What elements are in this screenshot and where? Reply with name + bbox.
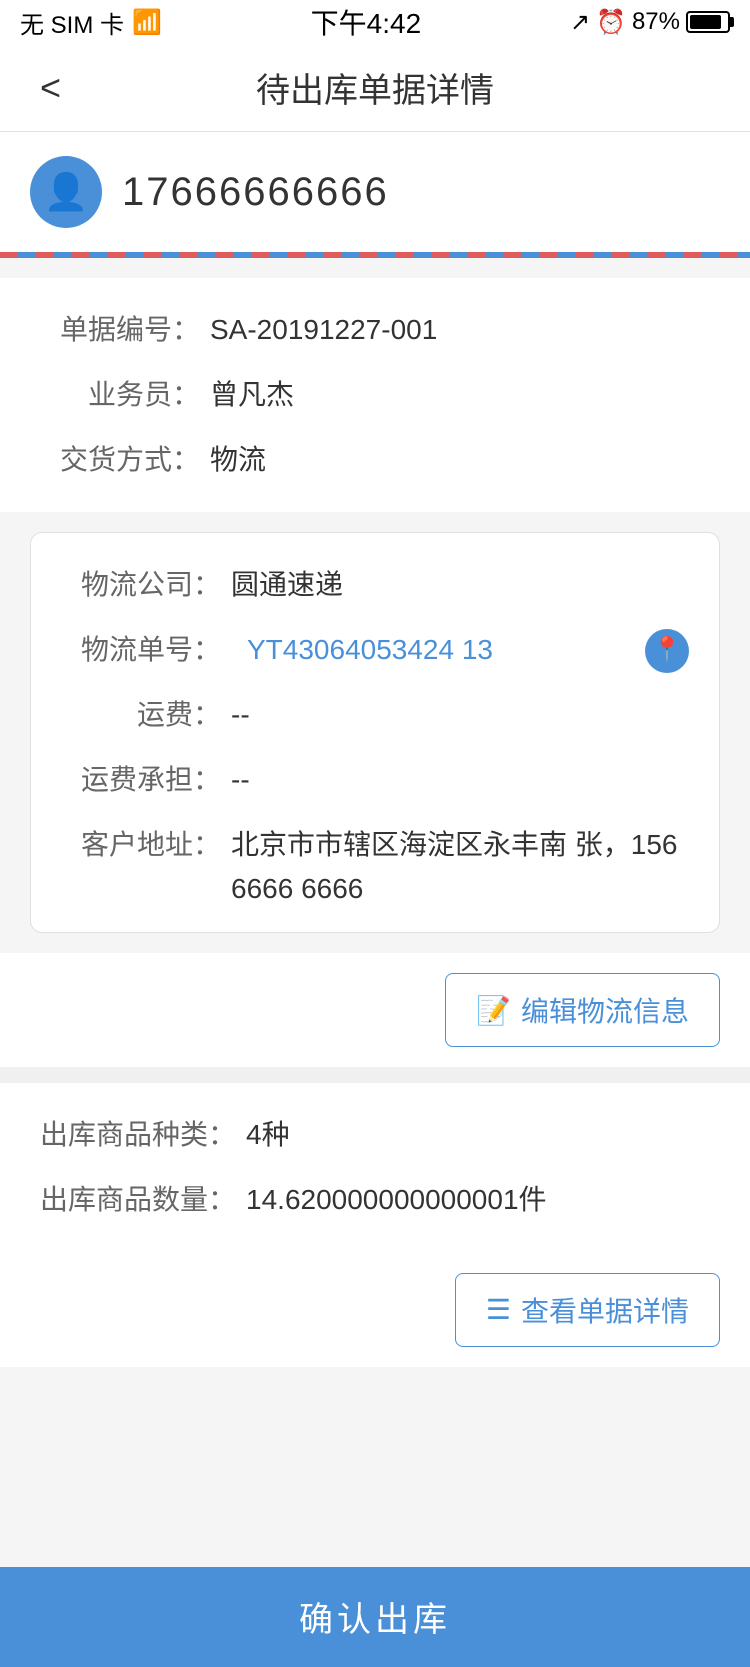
customer-phone: 17666666666 (122, 170, 389, 215)
avatar: 👤 (30, 156, 102, 228)
freight-bearer-row: 运费承担： -- (61, 758, 689, 803)
basic-info-section: 单据编号： SA-20191227-001 业务员： 曾凡杰 交货方式： 物流 (0, 278, 750, 512)
doc-number-value: SA-20191227-001 (210, 308, 710, 353)
delivery-method-row: 交货方式： 物流 (40, 438, 710, 483)
tracking-number-row: 物流单号： YT43064053424 13 📍 (61, 628, 689, 673)
tracking-number-value: YT43064053424 13 (247, 628, 629, 673)
freight-bearer-label: 运费承担： (61, 758, 221, 803)
list-icon: ☰ (486, 1293, 511, 1326)
freight-value: -- (231, 693, 689, 738)
freight-label: 运费： (61, 693, 221, 738)
freight-row: 运费： -- (61, 693, 689, 738)
edit-logistics-button[interactable]: 📝 编辑物流信息 (445, 973, 720, 1047)
battery-fill (690, 15, 721, 29)
logistics-company-label: 物流公司： (61, 563, 221, 608)
wifi-icon: 📶 (132, 8, 162, 37)
avatar-icon: 👤 (44, 171, 89, 213)
goods-type-value: 4种 (246, 1113, 710, 1158)
section-divider (0, 1067, 750, 1083)
logistics-company-row: 物流公司： 圆通速递 (61, 563, 689, 608)
battery-percent: 87% (632, 8, 680, 36)
nav-bar: < 待出库单据详情 (0, 44, 750, 132)
sales-person-label: 业务员： (40, 373, 200, 418)
goods-quantity-label: 出库商品数量： (40, 1178, 236, 1223)
status-time: 下午4:42 (311, 2, 422, 42)
address-row: 客户地址： 北京市市辖区海淀区永丰南 张，156 6666 6666 (61, 823, 689, 913)
freight-bearer-value: -- (231, 758, 689, 803)
battery-icon (686, 11, 730, 33)
edit-logistics-area: 📝 编辑物流信息 (0, 953, 750, 1067)
goods-quantity-value: 14.620000000000001件 (246, 1178, 710, 1223)
customer-header: 👤 17666666666 (0, 132, 750, 252)
address-value: 北京市市辖区海淀区永丰南 张，156 6666 6666 (231, 823, 689, 913)
status-right: ↗ ⏰ 87% (570, 8, 730, 37)
goods-type-label: 出库商品种类： (40, 1113, 236, 1158)
dashed-divider (0, 252, 750, 258)
logistics-company-value: 圆通速递 (231, 563, 689, 608)
delivery-method-label: 交货方式： (40, 438, 200, 483)
tracking-location-icon[interactable]: 📍 (645, 629, 689, 673)
alarm-icon: ⏰ (596, 8, 626, 37)
goods-section: 出库商品种类： 4种 出库商品数量： 14.620000000000001件 (0, 1083, 750, 1253)
logistics-card: 物流公司： 圆通速递 物流单号： YT43064053424 13 📍 运费： … (30, 532, 720, 933)
doc-number-label: 单据编号： (40, 308, 200, 353)
edit-icon: 📝 (476, 994, 511, 1027)
status-left: 无 SIM 卡 📶 (20, 5, 162, 40)
view-details-label: 查看单据详情 (521, 1290, 689, 1330)
status-bar: 无 SIM 卡 📶 下午4:42 ↗ ⏰ 87% (0, 0, 750, 44)
confirm-button[interactable]: 确认出库 (0, 1567, 750, 1667)
address-label: 客户地址： (61, 823, 221, 868)
confirm-btn-wrap: 确认出库 (0, 1567, 750, 1667)
doc-number-row: 单据编号： SA-20191227-001 (40, 308, 710, 353)
goods-quantity-row: 出库商品数量： 14.620000000000001件 (40, 1178, 710, 1223)
bottom-spacer (0, 1367, 750, 1567)
goods-type-row: 出库商品种类： 4种 (40, 1113, 710, 1158)
location-icon: ↗ (570, 8, 590, 37)
delivery-method-value: 物流 (210, 438, 710, 483)
tracking-number-label: 物流单号： (61, 628, 221, 673)
carrier-label: 无 SIM 卡 (20, 5, 124, 40)
view-details-area: ☰ 查看单据详情 (0, 1253, 750, 1367)
page-title: 待出库单据详情 (256, 63, 494, 112)
back-button[interactable]: < (30, 57, 71, 119)
view-details-button[interactable]: ☰ 查看单据详情 (455, 1273, 720, 1347)
edit-logistics-label: 编辑物流信息 (521, 990, 689, 1030)
sales-person-row: 业务员： 曾凡杰 (40, 373, 710, 418)
sales-person-value: 曾凡杰 (210, 373, 710, 418)
